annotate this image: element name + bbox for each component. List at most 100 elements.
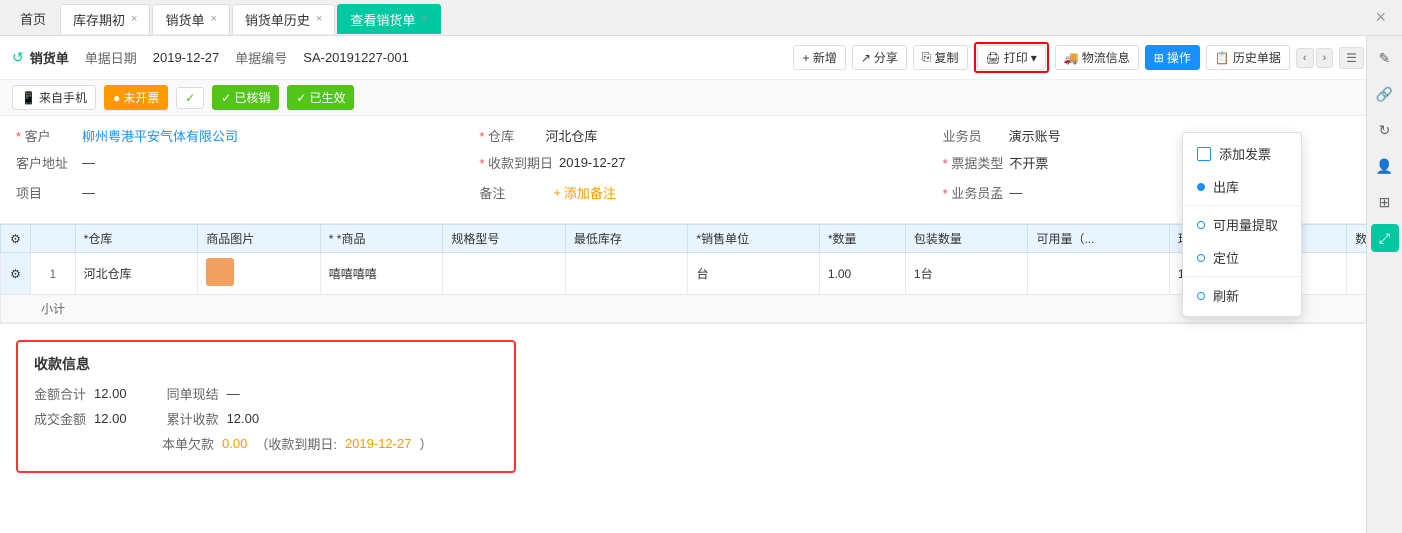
close-sales-tab[interactable]: ×: [210, 13, 216, 25]
add-invoice-icon: [1197, 147, 1211, 161]
payment-row-1: 金额合计 12.00 同单现结 —: [34, 384, 498, 403]
transaction-item: 成交金额 12.00: [34, 409, 127, 428]
remark-label: 备注: [479, 183, 539, 202]
plus-icon: +: [553, 185, 561, 200]
header-row: ↺ 销货单 单据日期 2019-12-27 单据编号 SA-20191227-0…: [0, 36, 1402, 80]
sales-history-tab-label: 销货单历史: [245, 10, 310, 29]
tab-view-sales[interactable]: 查看销货单 ×: [337, 4, 440, 34]
history-button[interactable]: 📋 历史单据: [1206, 45, 1290, 70]
print-highlight-box: 🖨 打印 ▾: [974, 42, 1049, 73]
close-sales-history-tab[interactable]: ×: [316, 13, 322, 25]
effective-badge[interactable]: ✓ 已生效: [287, 85, 354, 110]
tab-sales[interactable]: 销货单 ×: [152, 4, 229, 34]
payment-date-field: 收款到期日 2019-12-27: [479, 153, 922, 172]
circle-icon: ●: [113, 91, 120, 105]
new-button[interactable]: + 新增: [793, 45, 845, 70]
window-close-button[interactable]: ×: [1367, 7, 1394, 28]
dropdown-refresh[interactable]: 刷新: [1183, 279, 1301, 312]
refresh-label: 刷新: [1213, 286, 1239, 305]
col-qty: *数量: [819, 225, 905, 253]
date-label: 单据日期: [85, 48, 137, 67]
outbound-label: 出库: [1213, 177, 1239, 196]
check-icon-btn[interactable]: ✓: [176, 87, 204, 109]
dropdown-divider-2: [1183, 276, 1301, 277]
print-dropdown-icon: ▾: [1031, 51, 1037, 65]
operation-button[interactable]: ⊞ 操作: [1145, 45, 1200, 70]
number-label: 单据编号: [235, 48, 287, 67]
customer-label: 客户: [16, 126, 76, 145]
dropdown-quantity-extract[interactable]: 可用量提取: [1183, 208, 1301, 241]
due-date: 2019-12-27: [345, 436, 412, 451]
tab-home[interactable]: 首页: [8, 4, 58, 34]
toolbar-right: + 新增 ↗ 分享 ⎘ 复制 🖨 打印 ▾: [793, 42, 1390, 73]
print-button[interactable]: 🖨 打印 ▾: [977, 45, 1046, 70]
row-min-stock: [565, 253, 688, 295]
close-inventory-tab[interactable]: ×: [131, 13, 137, 25]
from-phone-button[interactable]: 📱 来自手机: [12, 85, 96, 110]
address-field: 客户地址 —: [16, 153, 459, 172]
prev-button[interactable]: ‹: [1296, 48, 1314, 68]
copy-label: 复制: [935, 49, 959, 66]
sidebar-edit-icon[interactable]: ✎: [1371, 44, 1399, 72]
row-num: 1: [31, 253, 76, 295]
not-open-badge[interactable]: ● 未开票: [104, 85, 168, 110]
sidebar-user-icon[interactable]: 👤: [1371, 152, 1399, 180]
payment-row-2: 成交金额 12.00 累计收款 12.00: [34, 409, 498, 428]
next-button[interactable]: ›: [1316, 48, 1334, 68]
row-unit: 台: [688, 253, 819, 295]
total-label: 金额合计: [34, 384, 86, 403]
home-tab-label: 首页: [20, 9, 46, 28]
project-label: 项目: [16, 183, 76, 202]
tab-bar: 首页 库存期初 × 销货单 × 销货单历史 × 查看销货单 × ×: [0, 0, 1402, 36]
ticket-type-field: 票据类型 不开票: [943, 153, 1386, 172]
due-value: 0.00: [222, 436, 247, 451]
payment-section: 收款信息 金额合计 12.00 同单现结 — 成交金额 12.00: [0, 324, 1402, 489]
tab-inventory[interactable]: 库存期初 ×: [60, 4, 150, 34]
col-product-img: 商品图片: [198, 225, 321, 253]
print-icon: 🖨: [986, 51, 1001, 65]
share-icon: ↗: [861, 51, 871, 65]
print-label: 打印: [1004, 49, 1028, 66]
col-row-num: [31, 225, 76, 253]
view-sales-tab-label: 查看销货单: [350, 10, 415, 29]
dropdown-location[interactable]: 定位: [1183, 241, 1301, 274]
list-view-toggle[interactable]: ☰: [1339, 47, 1364, 69]
share-button[interactable]: ↗ 分享: [852, 45, 907, 70]
add-remark-label: 添加备注: [564, 183, 616, 202]
form-row-2: 客户地址 — 收款到期日 2019-12-27 票据类型 不开票: [16, 153, 1386, 172]
not-open-label: 未开票: [123, 89, 159, 106]
logistics-button[interactable]: 🚚 物流信息: [1055, 45, 1139, 70]
sidebar-grid-icon[interactable]: ⊞: [1371, 188, 1399, 216]
history-label: 历史单据: [1233, 49, 1281, 66]
tab-sales-history[interactable]: 销货单历史 ×: [232, 4, 335, 34]
salesperson-label: 业务员孟: [943, 183, 1004, 202]
dropdown-outbound[interactable]: 出库: [1183, 170, 1301, 203]
customer-value[interactable]: 柳州粤港平安气体有限公司: [82, 126, 238, 145]
copy-button[interactable]: ⎘ 复制: [913, 45, 968, 70]
sidebar-expand-icon[interactable]: ⤢: [1371, 224, 1399, 252]
new-label: + 新增: [802, 49, 836, 66]
main-content: ↺ 销货单 单据日期 2019-12-27 单据编号 SA-20191227-0…: [0, 36, 1402, 533]
cumulative-item: 累计收款 12.00: [167, 409, 260, 428]
due-item: 本单欠款 0.00 （收款到期日: 2019-12-27 ）: [34, 434, 432, 453]
operation-icon: ⊞: [1154, 51, 1164, 65]
row-warehouse: 河北仓库: [75, 253, 198, 295]
sidebar-link-icon[interactable]: 🔗: [1371, 80, 1399, 108]
check-icon: ✓: [185, 91, 195, 105]
operation-label: 操作: [1167, 49, 1191, 66]
second-toolbar: 📱 来自手机 ● 未开票 ✓ ✓ 已核销 ✓ 已生效: [0, 80, 1402, 116]
date-value: 2019-12-27: [153, 50, 220, 65]
effective-label: 已生效: [309, 89, 345, 106]
number-value: SA-20191227-001: [303, 50, 409, 65]
address-label: 客户地址: [16, 153, 76, 172]
add-remark-button[interactable]: + 添加备注: [545, 180, 624, 205]
dropdown-add-invoice[interactable]: 添加发票: [1183, 137, 1301, 170]
employee-value: 演示账号: [1009, 126, 1061, 145]
sidebar-refresh-icon[interactable]: ↻: [1371, 116, 1399, 144]
checked-badge[interactable]: ✓ 已核销: [212, 85, 279, 110]
nav-arrows: ‹ ›: [1296, 48, 1333, 68]
cumulative-value: 12.00: [227, 411, 260, 426]
close-view-sales-tab[interactable]: ×: [421, 13, 427, 25]
row-gear[interactable]: ⚙: [1, 253, 31, 295]
col-gear[interactable]: ⚙: [1, 225, 31, 253]
